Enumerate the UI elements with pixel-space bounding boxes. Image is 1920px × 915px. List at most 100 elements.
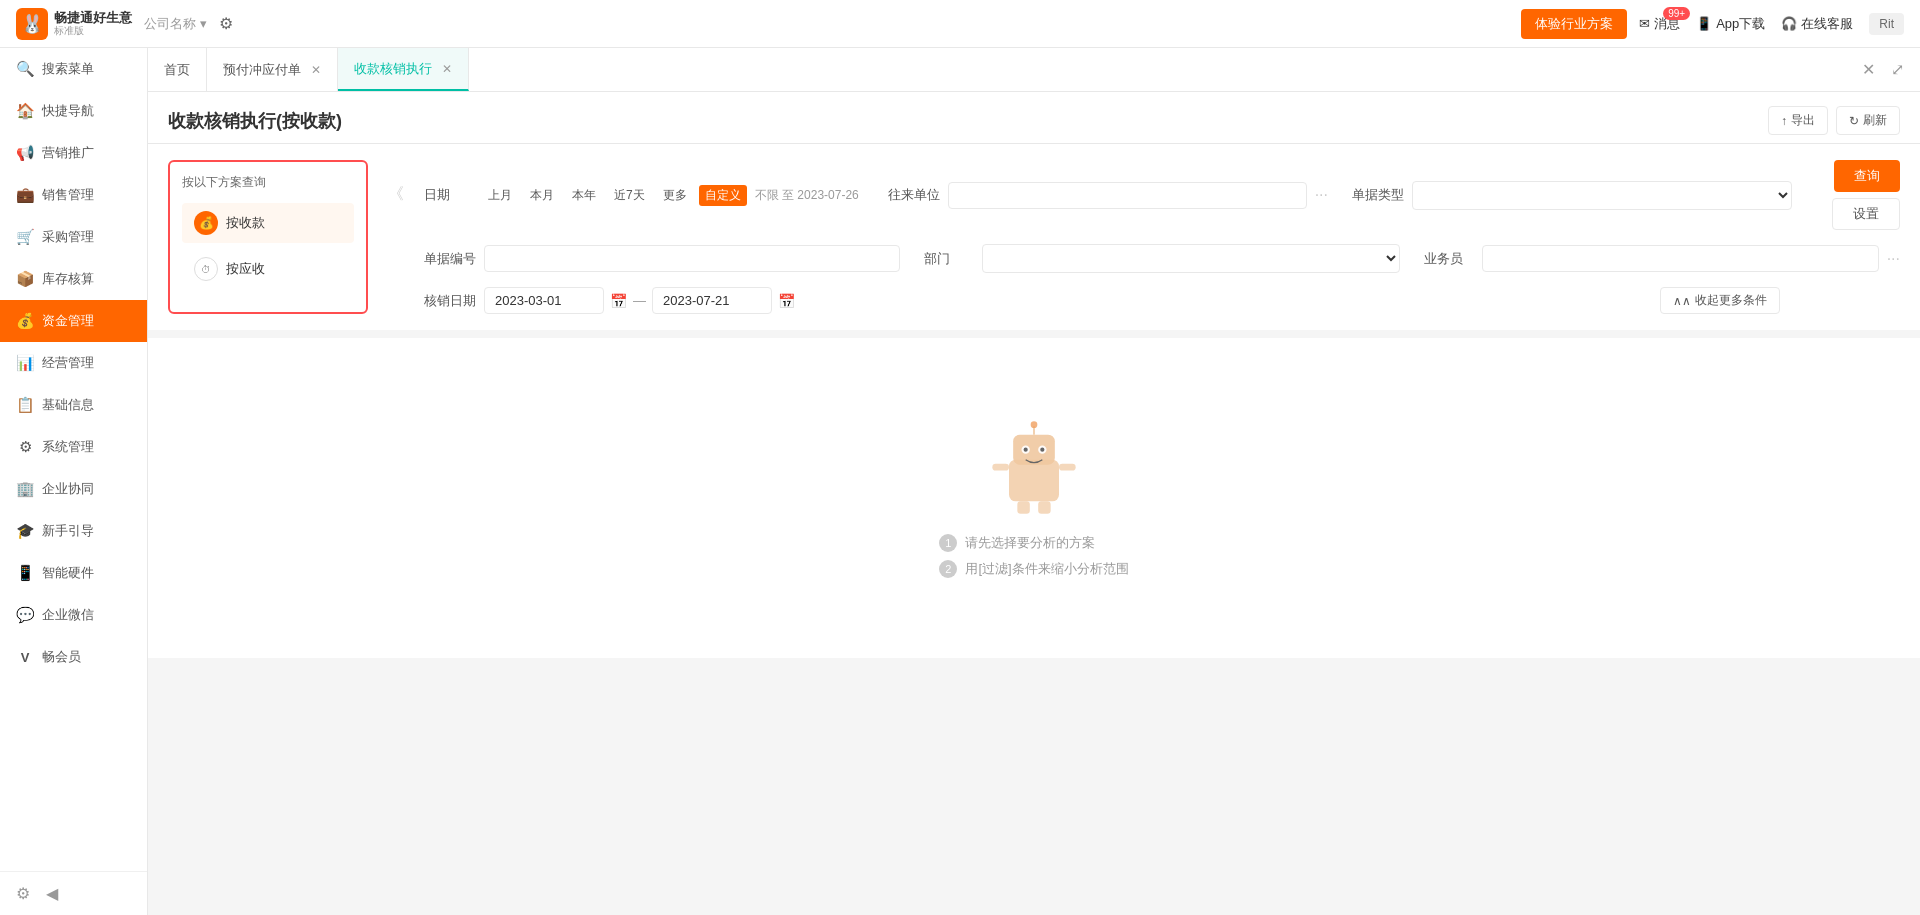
service-label: 在线客服 [1801,15,1853,33]
filter-collapse-left-icon[interactable]: 《 [384,180,408,334]
sidebar-item-label: 采购管理 [42,228,94,246]
app-label: App下载 [1716,15,1765,33]
sidebar-item-basic-info[interactable]: 📋 基础信息 [0,384,147,426]
hint-text-1: 请先选择要分析的方案 [965,534,1095,552]
main-layout: 🔍 搜索菜单 🏠 快捷导航 📢 营销推广 💼 销售管理 🛒 采购管理 📦 库存核… [0,48,1920,915]
date-shortcut-this-month[interactable]: 本月 [524,185,560,206]
user-label: Rit [1879,17,1894,31]
date-shortcut-this-year[interactable]: 本年 [566,185,602,206]
svg-rect-8 [1017,501,1030,513]
date-label: 日期 [424,186,474,204]
date-field: 日期 上月 本月 本年 近7天 更多 自定义 不限 至 2023-07-26 [424,185,864,206]
settings-icon-top[interactable]: ⚙ [219,14,233,33]
sidebar-item-hardware[interactable]: 📱 智能硬件 [0,552,147,594]
date-shortcut-last-month[interactable]: 上月 [482,185,518,206]
date-shortcut-7days[interactable]: 近7天 [608,185,651,206]
enterprise-icon: 🏢 [16,480,34,498]
query-button[interactable]: 查询 [1834,160,1900,192]
app-icon: 📱 [1696,16,1712,31]
finance-icon: 💰 [16,312,34,330]
brand-sub: 标准版 [54,25,132,37]
home-icon: 🏠 [16,102,34,120]
reconcile-date-end-icon[interactable]: 📅 [778,293,795,309]
sidebar-item-enterprise[interactable]: 🏢 企业协同 [0,468,147,510]
refresh-button[interactable]: ↻ 刷新 [1836,106,1900,135]
sidebar-bottom: ⚙ ◀ [0,871,147,915]
settings-button[interactable]: 设置 [1832,198,1900,230]
filter-form: 日期 上月 本月 本年 近7天 更多 自定义 不限 至 2023-07-26 [424,160,1900,314]
doc-type-label: 单据类型 [1352,186,1404,204]
filter-option-by-receivable[interactable]: ⏱ 按应收 [182,249,354,289]
sidebar-item-quick-nav[interactable]: 🏠 快捷导航 [0,90,147,132]
sidebar-item-search[interactable]: 🔍 搜索菜单 [0,48,147,90]
export-button[interactable]: ↑ 导出 [1768,106,1828,135]
content-area: 首页 预付冲应付单 ✕ 收款核销执行 ✕ ✕ ⤢ 收款核销执行(按收款) [148,48,1920,915]
sidebar-item-system[interactable]: ⚙ 系统管理 [0,426,147,468]
messages-button[interactable]: ✉ 消息 99+ [1639,15,1680,33]
reconcile-date-start-icon[interactable]: 📅 [610,293,627,309]
data-area: 1 请先选择要分析的方案 2 用[过滤]条件来缩小分析范围 [148,338,1920,658]
sidebar-item-purchase[interactable]: 🛒 采购管理 [0,216,147,258]
hint-number-2: 2 [939,560,957,578]
app-download-button[interactable]: 📱 App下载 [1696,15,1765,33]
doc-number-input[interactable] [484,245,900,272]
sidebar-item-inventory[interactable]: 📦 库存核算 [0,258,147,300]
department-select[interactable] [982,244,1400,273]
tab-close-all-icon[interactable]: ✕ [1858,56,1879,83]
reconcile-date-start-input[interactable] [484,287,604,314]
user-account[interactable]: Rit [1869,13,1904,35]
tab-prepay[interactable]: 预付冲应付单 ✕ [207,48,338,91]
customer-service-button[interactable]: 🎧 在线客服 [1781,15,1853,33]
filter-option-by-receipt[interactable]: 💰 按收款 [182,203,354,243]
page-title: 收款核销执行(按收款) [168,109,342,133]
sidebar-item-sales[interactable]: 💼 销售管理 [0,174,147,216]
sidebar-item-label: 营销推广 [42,144,94,162]
solution-button[interactable]: 体验行业方案 [1521,9,1627,39]
doc-number-field: 单据编号 [424,245,900,272]
svg-point-5 [1040,448,1044,452]
page-header: 收款核销执行(按收款) ↑ 导出 ↻ 刷新 [148,92,1920,144]
empty-hint-2: 2 用[过滤]条件来缩小分析范围 [939,560,1128,578]
sidebar-item-member[interactable]: V 畅会员 [0,636,147,678]
wechat-icon: 💬 [16,606,34,624]
filter-area: 按以下方案查询 💰 按收款 ⏱ 按应收 《 [148,144,1920,330]
sidebar-item-marketing[interactable]: 📢 营销推广 [0,132,147,174]
svg-point-11 [1031,421,1038,428]
collapse-more-button[interactable]: ∧∧ 收起更多条件 [1660,287,1780,314]
hardware-icon: 📱 [16,564,34,582]
system-icon: ⚙ [16,438,34,456]
export-icon: ↑ [1781,114,1787,128]
reconcile-date-end-input[interactable] [652,287,772,314]
sidebar-item-guide[interactable]: 🎓 新手引导 [0,510,147,552]
sidebar-item-wechat[interactable]: 💬 企业微信 [0,594,147,636]
counterpart-dots[interactable]: ··· [1315,186,1328,204]
svg-point-4 [1024,448,1028,452]
svg-rect-0 [1009,460,1059,502]
staff-field: 业务员 ··· [1424,245,1900,272]
sidebar-collapse-icon[interactable]: ◀ [46,884,58,903]
sidebar-settings-icon[interactable]: ⚙ [16,884,30,903]
tab-home[interactable]: 首页 [148,48,207,91]
staff-dots[interactable]: ··· [1887,250,1900,268]
sidebar-item-label: 系统管理 [42,438,94,456]
receipt-option-icon: 💰 [194,211,218,235]
counterpart-input[interactable] [948,182,1307,209]
date-shortcut-more[interactable]: 更多 [657,185,693,206]
receivable-tab-close[interactable]: ✕ [442,62,452,76]
chevron-down-icon: ▾ [200,16,207,31]
svg-rect-1 [1013,435,1055,465]
hint-number-1: 1 [939,534,957,552]
tab-expand-icon[interactable]: ⤢ [1887,56,1908,83]
tab-receivable[interactable]: 收款核销执行 ✕ [338,48,469,91]
company-name: 公司名称 [144,15,196,33]
page-header-actions: ↑ 导出 ↻ 刷新 [1768,106,1900,135]
sidebar-item-operations[interactable]: 📊 经营管理 [0,342,147,384]
sidebar-item-finance[interactable]: 💰 资金管理 [0,300,147,342]
staff-input[interactable] [1482,245,1879,272]
svg-rect-7 [1059,464,1076,471]
prepay-tab-close[interactable]: ✕ [311,63,321,77]
date-shortcut-custom[interactable]: 自定义 [699,185,747,206]
brand-main: 畅捷通好生意 [54,10,132,26]
doc-type-select[interactable] [1412,181,1792,210]
company-selector[interactable]: 公司名称 ▾ [144,15,207,33]
